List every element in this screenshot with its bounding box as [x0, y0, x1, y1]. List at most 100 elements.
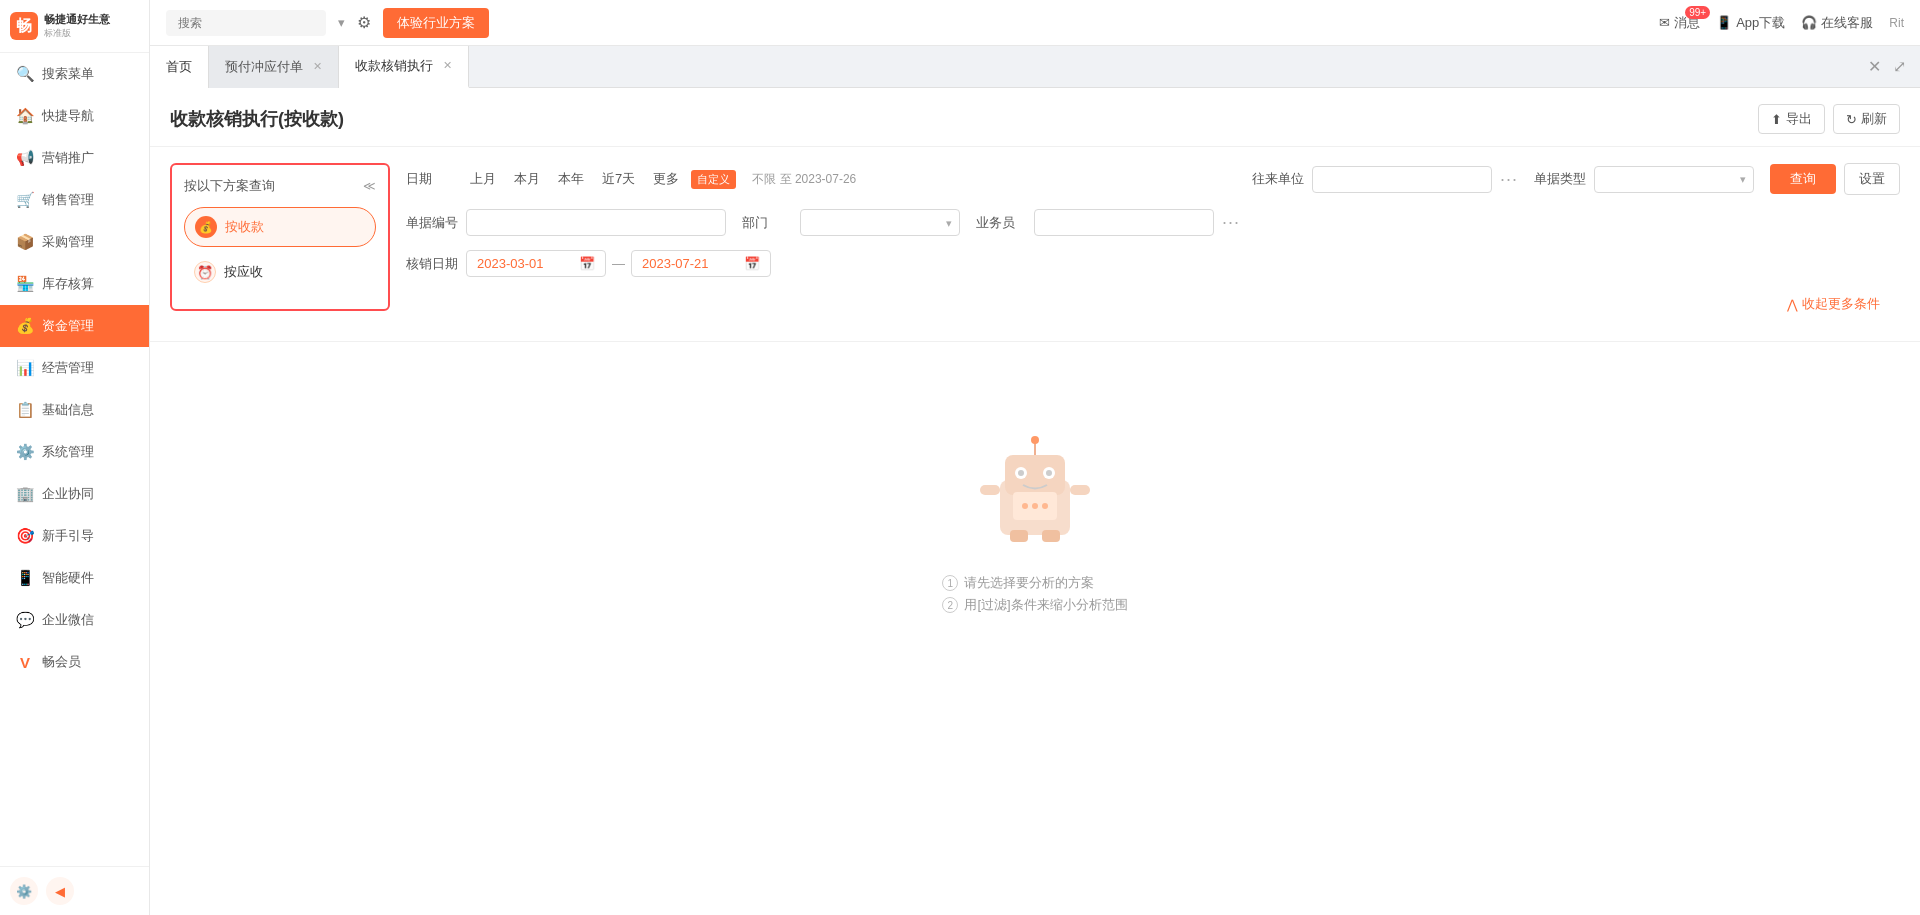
filter-field-staff: 业务员 ···: [976, 209, 1240, 236]
tab-expand-button[interactable]: ⤢: [1889, 53, 1910, 80]
setting-button[interactable]: 设置: [1844, 163, 1900, 195]
staff-input[interactable]: [1034, 209, 1214, 236]
sidebar-item-basic-info[interactable]: 📋 基础信息: [0, 389, 149, 431]
partner-dots-button[interactable]: ···: [1500, 169, 1518, 190]
tab-receivable[interactable]: 收款核销执行 ✕: [339, 46, 469, 88]
logo-text-block: 畅捷通好生意 标准版: [44, 12, 110, 40]
step-2-text: 用[过滤]条件来缩小分析范围: [964, 596, 1127, 614]
date-group: 上月 本月 本年 近7天 更多 自定义: [464, 168, 736, 190]
sidebar-item-finance[interactable]: 💰 资金管理: [0, 305, 149, 347]
calendar-to-icon: 📅: [744, 256, 760, 271]
tabbar: 首页 预付冲应付单 ✕ 收款核销执行 ✕ ✕ ⤢: [150, 46, 1920, 88]
filter-option-label: 按收款: [225, 218, 264, 236]
sidebar-item-label: 快捷导航: [42, 107, 94, 125]
tab-close-button[interactable]: ✕: [1864, 53, 1885, 80]
sidebar-item-search-menu[interactable]: 🔍 搜索菜单: [0, 53, 149, 95]
solution-button[interactable]: 体验行业方案: [383, 8, 489, 38]
topbar: ▾ ⚙ 体验行业方案 ✉ 消息 99+ 📱 App下载 🎧 在线客服 Rit: [150, 0, 1920, 46]
marketing-icon: 📢: [16, 149, 34, 167]
sidebar-item-label: 库存核算: [42, 275, 94, 293]
filter-option-by-receivable[interactable]: ⏰ 按应收: [184, 253, 376, 291]
tab-receivable-close-icon[interactable]: ✕: [443, 59, 452, 72]
step-1-text: 请先选择要分析的方案: [964, 574, 1094, 592]
sidebar-item-sales[interactable]: 🛒 销售管理: [0, 179, 149, 221]
refresh-icon: ↻: [1846, 112, 1857, 127]
system-icon: ⚙️: [16, 443, 34, 461]
dropdown-chevron-icon[interactable]: ▾: [338, 15, 345, 30]
sidebar-item-enterprise[interactable]: 🏢 企业协同: [0, 473, 149, 515]
sidebar-item-label: 搜索菜单: [42, 65, 94, 83]
sidebar-item-label: 智能硬件: [42, 569, 94, 587]
filter-field-date-range-text: 不限 至 2023-07-26: [752, 171, 856, 188]
sidebar-item-member[interactable]: V 畅会员: [0, 641, 149, 683]
filter-form: 日期 上月 本月 本年 近7天 更多 自定义 不限 至 2023-07-26: [406, 163, 1900, 317]
7-days-btn[interactable]: 近7天: [596, 168, 641, 190]
verify-date-from-input[interactable]: 2023-03-01 📅: [466, 250, 606, 277]
sidebar-item-wechat[interactable]: 💬 企业微信: [0, 599, 149, 641]
service-label: 在线客服: [1821, 14, 1873, 32]
date-label: 日期: [406, 170, 456, 188]
sidebar-item-operations[interactable]: 📊 经营管理: [0, 347, 149, 389]
purchase-icon: 📦: [16, 233, 34, 251]
wechat-icon: 💬: [16, 611, 34, 629]
dept-select[interactable]: [800, 209, 960, 236]
staff-dots-button[interactable]: ···: [1222, 212, 1240, 233]
this-year-btn[interactable]: 本年: [552, 168, 590, 190]
sidebar-item-marketing[interactable]: 📢 营销推广: [0, 137, 149, 179]
filter-collapse-button[interactable]: ≪: [363, 179, 376, 193]
user-name[interactable]: Rit: [1889, 16, 1904, 30]
sidebar-item-guide[interactable]: 🎯 新手引导: [0, 515, 149, 557]
prev-month-btn[interactable]: 上月: [464, 168, 502, 190]
more-btn[interactable]: 更多: [647, 168, 685, 190]
operations-icon: 📊: [16, 359, 34, 377]
doc-no-input[interactable]: [466, 209, 726, 236]
sidebar-settings-icon[interactable]: ⚙️: [10, 877, 38, 905]
filter-option-by-receipt[interactable]: 💰 按收款: [184, 207, 376, 247]
sidebar-item-quick-nav[interactable]: 🏠 快捷导航: [0, 95, 149, 137]
doc-type-select-wrapper: [1594, 166, 1754, 193]
sidebar-item-purchase[interactable]: 📦 采购管理: [0, 221, 149, 263]
filter-row-2: 单据编号 部门 业务员 ···: [406, 209, 1900, 236]
this-month-btn[interactable]: 本月: [508, 168, 546, 190]
message-button[interactable]: ✉ 消息 99+: [1659, 14, 1700, 32]
topbar-gear-icon[interactable]: ⚙: [357, 13, 371, 32]
refresh-label: 刷新: [1861, 110, 1887, 128]
sidebar-item-hardware[interactable]: 📱 智能硬件: [0, 557, 149, 599]
app-label: App下载: [1736, 14, 1785, 32]
sidebar-item-system[interactable]: ⚙️ 系统管理: [0, 431, 149, 473]
enterprise-icon: 🏢: [16, 485, 34, 503]
tab-prepay[interactable]: 预付冲应付单 ✕: [209, 46, 339, 88]
filter-box-title-label: 按以下方案查询: [184, 177, 275, 195]
step-1-num: 1: [942, 575, 958, 591]
partner-input[interactable]: [1312, 166, 1492, 193]
collapse-more-section: ⋀ 收起更多条件: [406, 291, 1900, 317]
quick-nav-icon: 🏠: [16, 107, 34, 125]
tab-home[interactable]: 首页: [150, 46, 209, 88]
custom-badge[interactable]: 自定义: [691, 170, 736, 189]
filter-field-partner: 往来单位 ···: [1252, 166, 1518, 193]
sidebar-item-label: 新手引导: [42, 527, 94, 545]
logo-app-name: 畅捷通好生意: [44, 12, 110, 27]
sales-icon: 🛒: [16, 191, 34, 209]
filter-option-label: 按应收: [224, 263, 263, 281]
filter-scheme-box: 按以下方案查询 ≪ 💰 按收款 ⏰ 按应收: [170, 163, 390, 311]
verify-date-to-value: 2023-07-21: [642, 256, 709, 271]
tab-prepay-close-icon[interactable]: ✕: [313, 60, 322, 73]
message-icon: ✉: [1659, 15, 1670, 30]
filter-area: 按以下方案查询 ≪ 💰 按收款 ⏰ 按应收: [150, 147, 1920, 333]
verify-date-to-input[interactable]: 2023-07-21 📅: [631, 250, 771, 277]
online-service-button[interactable]: 🎧 在线客服: [1801, 14, 1873, 32]
topbar-search-input[interactable]: [166, 10, 326, 36]
sidebar-collapse-icon[interactable]: ◀: [46, 877, 74, 905]
refresh-button[interactable]: ↻ 刷新: [1833, 104, 1900, 134]
app-download-button[interactable]: 📱 App下载: [1716, 14, 1785, 32]
export-button[interactable]: ⬆ 导出: [1758, 104, 1825, 134]
member-icon: V: [16, 654, 34, 671]
sidebar-item-inventory[interactable]: 🏪 库存核算: [0, 263, 149, 305]
sidebar-nav: 🔍 搜索菜单 🏠 快捷导航 📢 营销推广 🛒 销售管理 📦 采购管理 🏪 库存核…: [0, 53, 149, 866]
staff-label: 业务员: [976, 214, 1026, 232]
doc-type-select[interactable]: [1594, 166, 1754, 193]
svg-rect-10: [1010, 530, 1028, 542]
query-button[interactable]: 查询: [1770, 164, 1836, 194]
collapse-more-button[interactable]: ⋀ 收起更多条件: [1787, 295, 1880, 313]
